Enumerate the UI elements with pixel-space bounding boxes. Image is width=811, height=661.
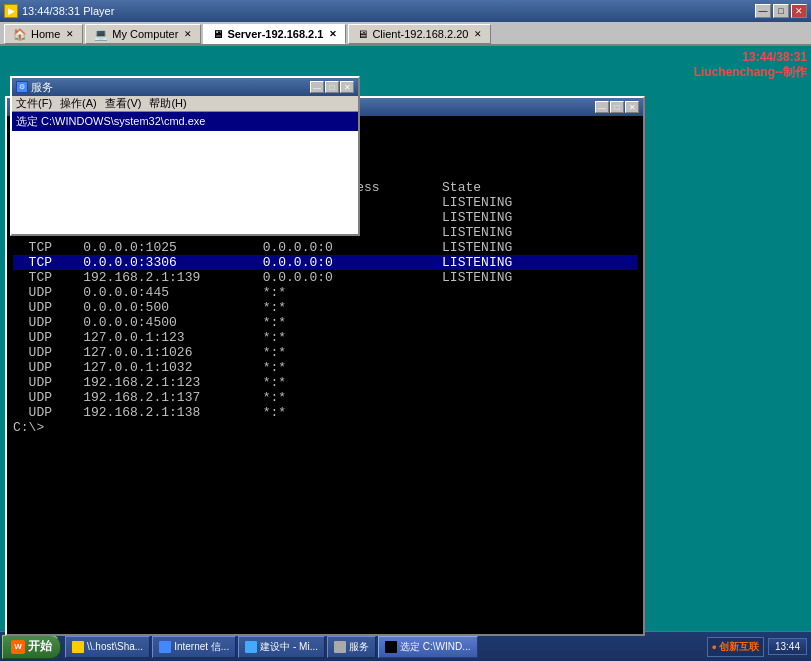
services-minimize-button[interactable]: —: [310, 81, 324, 93]
main-area: 13:44/38:31 Liuchenchang--制作 ⚙ 服务 — □ ✕ …: [0, 46, 811, 631]
taskbar-items: \\.host\Sha... Internet 信... 建设中 - Mi...…: [61, 636, 703, 658]
cmd-close-button[interactable]: ✕: [625, 101, 639, 113]
services-window: ⚙ 服务 — □ ✕ 文件(F) 操作(A) 查看(V) 帮助(H) 选定 C:…: [10, 76, 360, 236]
title-bar-left: ▶ 13:44/38:31 Player: [4, 4, 114, 18]
tab-mycomputer-label: My Computer: [112, 28, 178, 40]
menu-file[interactable]: 文件(F): [16, 96, 52, 111]
minimize-button[interactable]: —: [755, 4, 771, 18]
tab-server[interactable]: 🖥 Server-192.168.2.1 ✕: [203, 24, 346, 44]
menu-help[interactable]: 帮助(H): [149, 96, 186, 111]
menu-view[interactable]: 查看(V): [105, 96, 142, 111]
start-icon: W: [11, 640, 25, 654]
services-close-button[interactable]: ✕: [340, 81, 354, 93]
services-title-bar: ⚙ 服务 — □ ✕: [12, 78, 358, 96]
tab-bar: 🏠 Home ✕ 💻 My Computer ✕ 🖥 Server-192.16…: [0, 22, 811, 46]
tab-client[interactable]: 🖥 Client-192.168.2.20 ✕: [348, 24, 491, 44]
cmd-maximize-button[interactable]: □: [610, 101, 624, 113]
cmd-title-buttons: — □ ✕: [595, 101, 639, 113]
title-bar: ▶ 13:44/38:31 Player — □ ✕: [0, 0, 811, 22]
home-icon: 🏠: [13, 28, 27, 41]
start-label: 开始: [28, 638, 52, 655]
start-button[interactable]: W 开始: [2, 635, 61, 659]
title-bar-title: 13:44/38:31 Player: [22, 5, 114, 17]
tab-mycomputer-close[interactable]: ✕: [184, 29, 192, 39]
tab-home-label: Home: [31, 28, 60, 40]
title-bar-right: — □ ✕: [755, 4, 807, 18]
services-title-label: 服务: [31, 80, 53, 95]
watermark-author: Liuchenchang--制作: [694, 64, 807, 81]
taskbar-item-0[interactable]: \\.host\Sha...: [65, 636, 150, 658]
taskbar-item-3-icon: [334, 641, 346, 653]
taskbar-item-1-label: Internet 信...: [174, 640, 229, 654]
tab-home-close[interactable]: ✕: [66, 29, 74, 39]
tab-mycomputer[interactable]: 💻 My Computer ✕: [85, 24, 201, 44]
tab-client-close[interactable]: ✕: [474, 29, 482, 39]
taskbar-item-4[interactable]: 选定 C:\WIND...: [378, 636, 478, 658]
taskbar-item-2[interactable]: 建设中 - Mi...: [238, 636, 325, 658]
taskbar-item-1-icon: [159, 641, 171, 653]
taskbar-item-4-label: 选定 C:\WIND...: [400, 640, 471, 654]
tab-client-label: Client-192.168.2.20: [372, 28, 468, 40]
mycomputer-icon: 💻: [94, 28, 108, 41]
services-maximize-button[interactable]: □: [325, 81, 339, 93]
tab-server-close[interactable]: ✕: [329, 29, 337, 39]
cmd-minimize-button[interactable]: —: [595, 101, 609, 113]
taskbar-item-3[interactable]: 服务: [327, 636, 376, 658]
taskbar-item-2-label: 建设中 - Mi...: [260, 640, 318, 654]
client-icon: 🖥: [357, 28, 368, 40]
taskbar-item-4-icon: [385, 641, 397, 653]
server-icon: 🖥: [212, 28, 223, 40]
taskbar-item-3-label: 服务: [349, 640, 369, 654]
taskbar-item-2-icon: [245, 641, 257, 653]
close-button[interactable]: ✕: [791, 4, 807, 18]
services-window-icon: ⚙: [16, 81, 28, 93]
taskbar-right: ● 创新互联 13:44: [703, 637, 811, 657]
tab-server-label: Server-192.168.2.1: [227, 28, 323, 40]
maximize-button[interactable]: □: [773, 4, 789, 18]
logo-text: 创新互联: [719, 640, 759, 654]
player-icon: ▶: [4, 4, 18, 18]
services-title-buttons: — □ ✕: [310, 81, 354, 93]
watermark-time: 13:44/38:31: [694, 50, 807, 64]
taskbar-item-1[interactable]: Internet 信...: [152, 636, 236, 658]
taskbar-item-0-icon: [72, 641, 84, 653]
menu-action[interactable]: 操作(A): [60, 96, 97, 111]
taskbar-clock: 13:44: [768, 638, 807, 655]
services-path-bar: 选定 C:\WINDOWS\system32\cmd.exe: [12, 112, 358, 131]
services-menu-bar: 文件(F) 操作(A) 查看(V) 帮助(H): [12, 96, 358, 112]
taskbar-item-0-label: \\.host\Sha...: [87, 641, 143, 652]
tab-home[interactable]: 🏠 Home ✕: [4, 24, 83, 44]
taskbar-logo: ● 创新互联: [707, 637, 764, 657]
services-title-left: ⚙ 服务: [16, 80, 53, 95]
watermark: 13:44/38:31 Liuchenchang--制作: [694, 50, 807, 81]
